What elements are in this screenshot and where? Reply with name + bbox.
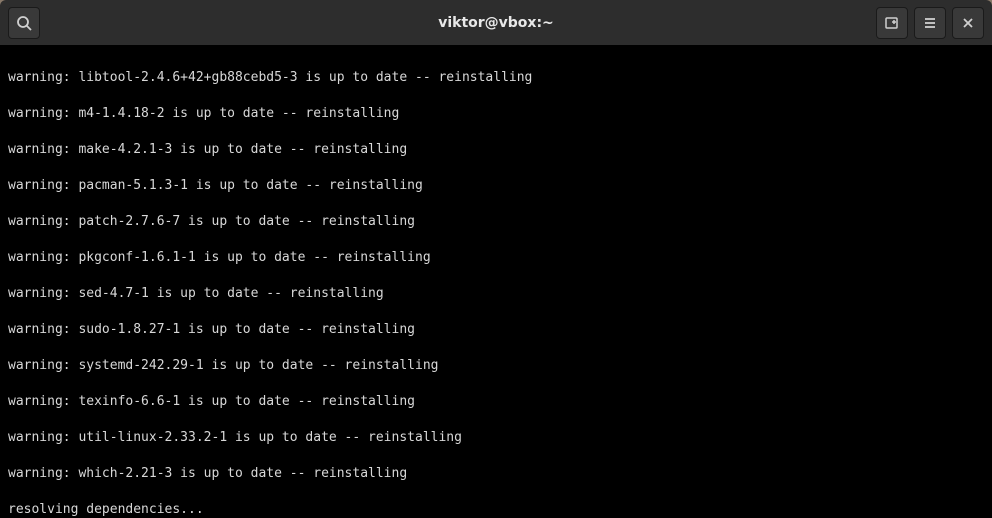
terminal-body[interactable]: warning: libtool-2.4.6+42+gb88cebd5-3 is…: [0, 45, 992, 518]
titlebar-right-controls: [876, 7, 984, 39]
new-tab-icon: [884, 15, 900, 31]
warning-line: warning: which-2.21-3 is up to date -- r…: [8, 465, 984, 483]
hamburger-icon: [922, 15, 938, 31]
warning-line: warning: patch-2.7.6-7 is up to date -- …: [8, 213, 984, 231]
new-tab-button[interactable]: [876, 7, 908, 39]
warning-line: warning: libtool-2.4.6+42+gb88cebd5-3 is…: [8, 69, 984, 87]
warning-line: warning: sudo-1.8.27-1 is up to date -- …: [8, 321, 984, 339]
warning-line: warning: make-4.2.1-3 is up to date -- r…: [8, 141, 984, 159]
search-button[interactable]: [8, 7, 40, 39]
resolving-deps: resolving dependencies...: [8, 501, 984, 518]
menu-button[interactable]: [914, 7, 946, 39]
warning-line: warning: util-linux-2.33.2-1 is up to da…: [8, 429, 984, 447]
warning-line: warning: pacman-5.1.3-1 is up to date --…: [8, 177, 984, 195]
titlebar: viktor@vbox:~: [0, 0, 992, 45]
search-icon: [16, 15, 32, 31]
warning-line: warning: m4-1.4.18-2 is up to date -- re…: [8, 105, 984, 123]
close-icon: [960, 15, 976, 31]
warning-line: warning: texinfo-6.6-1 is up to date -- …: [8, 393, 984, 411]
terminal-window: viktor@vbox:~: [0, 0, 992, 518]
close-button[interactable]: [952, 7, 984, 39]
warning-line: warning: pkgconf-1.6.1-1 is up to date -…: [8, 249, 984, 267]
window-title: viktor@vbox:~: [438, 15, 554, 31]
warning-line: warning: sed-4.7-1 is up to date -- rein…: [8, 285, 984, 303]
titlebar-left-controls: [8, 7, 40, 39]
warning-line: warning: systemd-242.29-1 is up to date …: [8, 357, 984, 375]
